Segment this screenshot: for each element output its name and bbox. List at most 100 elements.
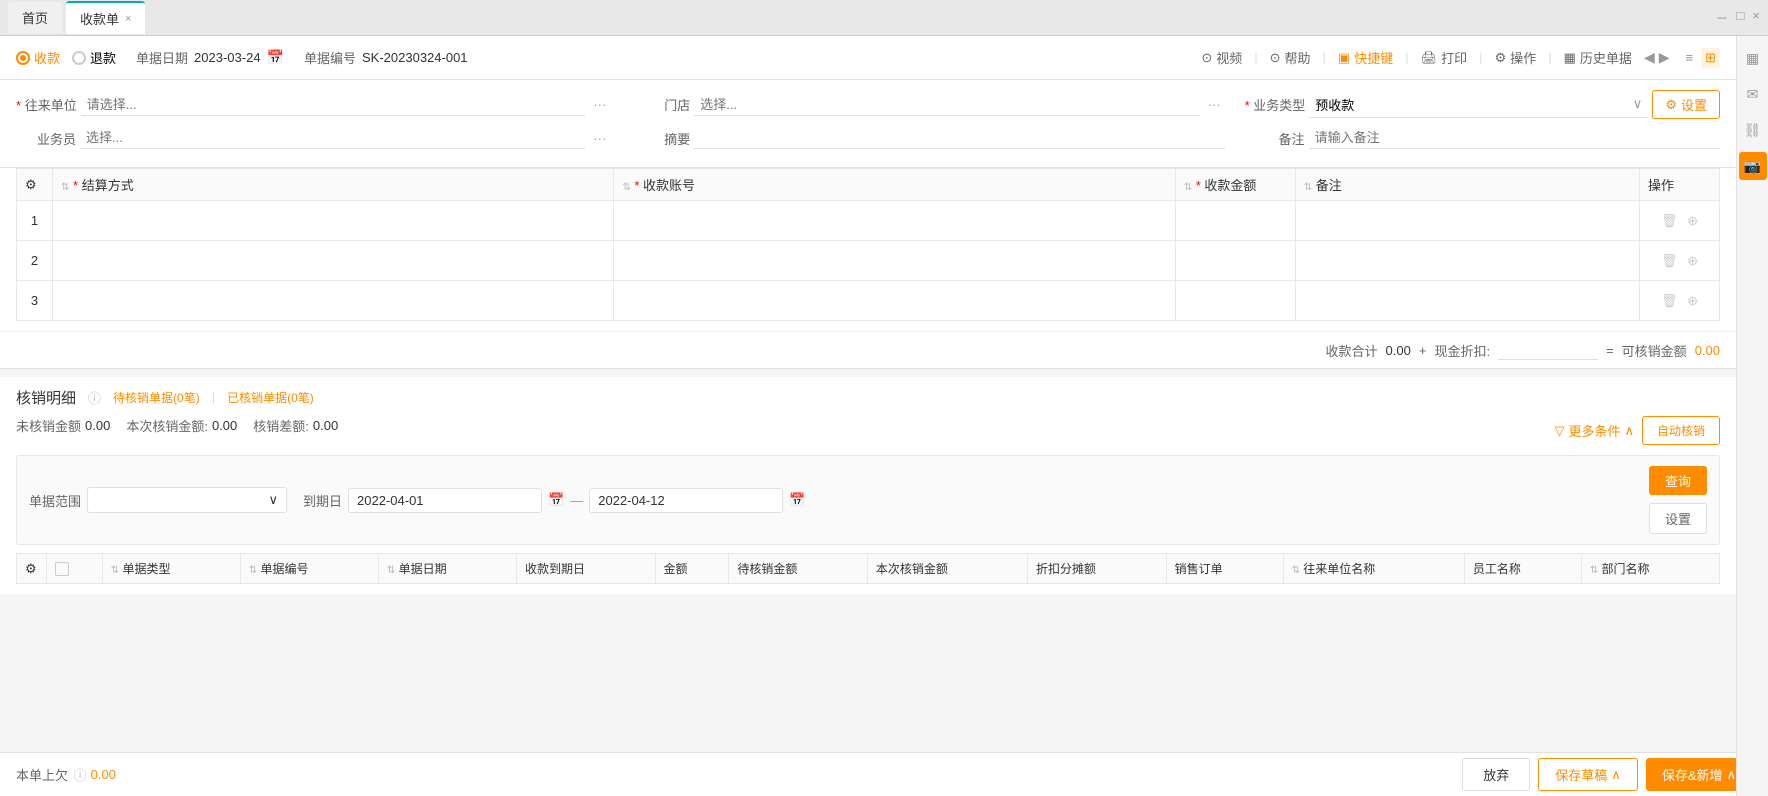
select-all-checkbox[interactable] bbox=[55, 562, 69, 576]
video-btn[interactable]: ⊙ 视频 bbox=[1201, 48, 1242, 67]
cell-settlement-3[interactable] bbox=[53, 281, 614, 321]
per-order-stat: 本单上欠 ⓘ 0.00 bbox=[16, 765, 116, 784]
query-btn[interactable]: 查询 bbox=[1649, 466, 1707, 495]
settings-header[interactable]: ⚙ bbox=[17, 169, 53, 201]
refund-radio[interactable]: 退款 bbox=[72, 48, 116, 67]
col-checkbox-check[interactable] bbox=[47, 554, 103, 584]
cell-account-2[interactable] bbox=[614, 241, 1175, 281]
minimize-icon[interactable]: － bbox=[1716, 8, 1729, 27]
sidebar-table-icon[interactable]: ▦ bbox=[1739, 44, 1767, 72]
partner-field: * 往来单位 ··· bbox=[16, 94, 610, 116]
history-icon: ▦ bbox=[1564, 50, 1576, 66]
next-arrow[interactable]: ▶ bbox=[1659, 49, 1670, 66]
calendar-icon[interactable]: 📅 bbox=[267, 49, 284, 66]
section-divider bbox=[0, 369, 1736, 377]
form-row-1: * 往来单位 ··· 门店 ··· * 业务类型 预收款 bbox=[16, 90, 1720, 119]
print-btn[interactable]: 🖨 打印 bbox=[1421, 48, 1468, 67]
auto-verify-btn[interactable]: 自动核销 bbox=[1642, 416, 1720, 445]
tab-close-icon[interactable]: × bbox=[125, 13, 131, 25]
cell-remark-3[interactable] bbox=[1295, 281, 1639, 321]
copy-icon-3[interactable]: ⊕ bbox=[1684, 293, 1701, 308]
biz-type-label: * 业务类型 bbox=[1245, 95, 1306, 114]
grid-view-icon[interactable]: ⊞ bbox=[1701, 48, 1720, 68]
shortcut-btn[interactable]: ▣ 快捷键 bbox=[1338, 48, 1393, 67]
plus-sign: + bbox=[1419, 343, 1427, 358]
list-view-icon[interactable]: ≡ bbox=[1682, 48, 1698, 68]
partner-dots[interactable]: ··· bbox=[589, 97, 610, 112]
store-dots[interactable]: ··· bbox=[1204, 97, 1225, 112]
maximize-icon[interactable]: □ bbox=[1737, 8, 1745, 27]
receipt-radio[interactable]: 收款 bbox=[16, 48, 60, 67]
pending-tab[interactable]: 待核销单据(0笔) bbox=[113, 389, 200, 406]
delete-icon-1[interactable]: 🗑 bbox=[1658, 213, 1681, 228]
discount-input[interactable] bbox=[1498, 340, 1598, 360]
copy-icon-2[interactable]: ⊕ bbox=[1684, 253, 1701, 268]
tab-receipt[interactable]: 收款单 × bbox=[66, 1, 145, 34]
col-pending: 待核销金额 bbox=[729, 554, 868, 584]
draft-btn[interactable]: 保存草稿 ∧ bbox=[1538, 758, 1638, 791]
col-partner-name: ⇅ 往来单位名称 bbox=[1283, 554, 1464, 584]
discard-btn[interactable]: 放弃 bbox=[1462, 758, 1530, 791]
per-order-info-icon[interactable]: ⓘ bbox=[74, 768, 87, 783]
more-conditions-btn[interactable]: ▽ 更多条件 ∧ bbox=[1554, 421, 1634, 440]
cell-remark-1[interactable] bbox=[1295, 201, 1639, 241]
footer-buttons: 放弃 保存草稿 ∧ 保存&新增 ∧ bbox=[1462, 758, 1752, 791]
settings-button[interactable]: ⚙ 设置 bbox=[1652, 90, 1720, 119]
verify-section: 核销明细 ⓘ 待核销单据(0笔) | 已核销单据(0笔) 未核销金额 0.00 … bbox=[0, 377, 1736, 594]
bill-no-value: SK-20230324-001 bbox=[362, 50, 468, 65]
diff-stat: 核销差额: 0.00 bbox=[253, 416, 338, 435]
staff-dots[interactable]: ··· bbox=[589, 131, 610, 146]
biz-type-field: * 业务类型 预收款 ∨ ⚙ 设置 bbox=[1245, 90, 1720, 119]
partner-input[interactable] bbox=[81, 94, 586, 116]
remark-field: 备注 bbox=[1245, 127, 1720, 149]
cell-settlement-1[interactable] bbox=[53, 201, 614, 241]
help-btn[interactable]: ⊙ 帮助 bbox=[1270, 48, 1311, 67]
table-row: 2 🗑 ⊕ bbox=[17, 241, 1720, 281]
cell-remark-2[interactable] bbox=[1295, 241, 1639, 281]
filter-settings-btn[interactable]: 设置 bbox=[1649, 503, 1707, 534]
history-btn[interactable]: ▦ 历史单据 bbox=[1564, 48, 1632, 67]
cell-amount-3[interactable] bbox=[1175, 281, 1295, 321]
sidebar-link-icon[interactable]: ⛓ bbox=[1739, 116, 1767, 144]
tab-home[interactable]: 首页 bbox=[8, 2, 62, 33]
summary-row: 收款合计 0.00 + 现金折扣: = 可核销金额 0.00 bbox=[0, 331, 1736, 369]
biz-type-dropdown[interactable]: 预收款 ∨ bbox=[1309, 92, 1648, 118]
range-label: 单据范围 bbox=[29, 491, 81, 510]
refund-label: 退款 bbox=[90, 48, 116, 67]
operation-btn[interactable]: ⚙ 操作 bbox=[1495, 48, 1537, 67]
store-input[interactable] bbox=[694, 94, 1199, 116]
staff-input[interactable] bbox=[80, 127, 585, 149]
col-checkbox[interactable]: ⚙ bbox=[17, 554, 47, 584]
summary-field: 摘要 bbox=[630, 127, 1224, 149]
cell-account-1[interactable] bbox=[614, 201, 1175, 241]
delete-icon-2[interactable]: 🗑 bbox=[1658, 253, 1681, 268]
verify-info-icon[interactable]: ⓘ bbox=[88, 388, 101, 407]
sidebar-email-icon[interactable]: ✉ bbox=[1739, 80, 1767, 108]
sidebar-camera-icon[interactable]: 📷 bbox=[1739, 152, 1767, 180]
close-icon[interactable]: × bbox=[1752, 8, 1760, 27]
row-actions-1: 🗑 ⊕ bbox=[1640, 201, 1720, 241]
cell-amount-2[interactable] bbox=[1175, 241, 1295, 281]
prev-arrow[interactable]: ◀ bbox=[1644, 49, 1655, 66]
cell-amount-1[interactable] bbox=[1175, 201, 1295, 241]
col-amount: ⇅ * 收款金额 bbox=[1175, 169, 1295, 201]
calendar-from-icon[interactable]: 📅 bbox=[548, 492, 564, 508]
remark-input[interactable] bbox=[1309, 127, 1720, 149]
store-label: 门店 bbox=[630, 95, 690, 114]
col-bill-date: ⇅ 单据日期 bbox=[378, 554, 516, 584]
done-tab[interactable]: 已核销单据(0笔) bbox=[227, 389, 314, 406]
bill-date-label: 单据日期 bbox=[136, 48, 188, 67]
date-to-input[interactable] bbox=[589, 488, 783, 513]
summary-input[interactable] bbox=[694, 127, 1224, 149]
calendar-to-icon[interactable]: 📅 bbox=[789, 492, 805, 508]
delete-icon-3[interactable]: 🗑 bbox=[1658, 293, 1681, 308]
footer: 本单上欠 ⓘ 0.00 放弃 保存草稿 ∧ 保存&新增 ∧ bbox=[0, 752, 1768, 796]
form-row-2: 业务员 ··· 摘要 备注 bbox=[16, 127, 1720, 149]
cell-settlement-2[interactable] bbox=[53, 241, 614, 281]
col-bill-no: ⇅ 单据编号 bbox=[240, 554, 378, 584]
video-icon: ⊙ bbox=[1201, 50, 1212, 66]
cell-account-3[interactable] bbox=[614, 281, 1175, 321]
copy-icon-1[interactable]: ⊕ bbox=[1684, 213, 1701, 228]
date-from-input[interactable] bbox=[348, 488, 542, 513]
range-select[interactable]: ∨ bbox=[87, 487, 287, 513]
